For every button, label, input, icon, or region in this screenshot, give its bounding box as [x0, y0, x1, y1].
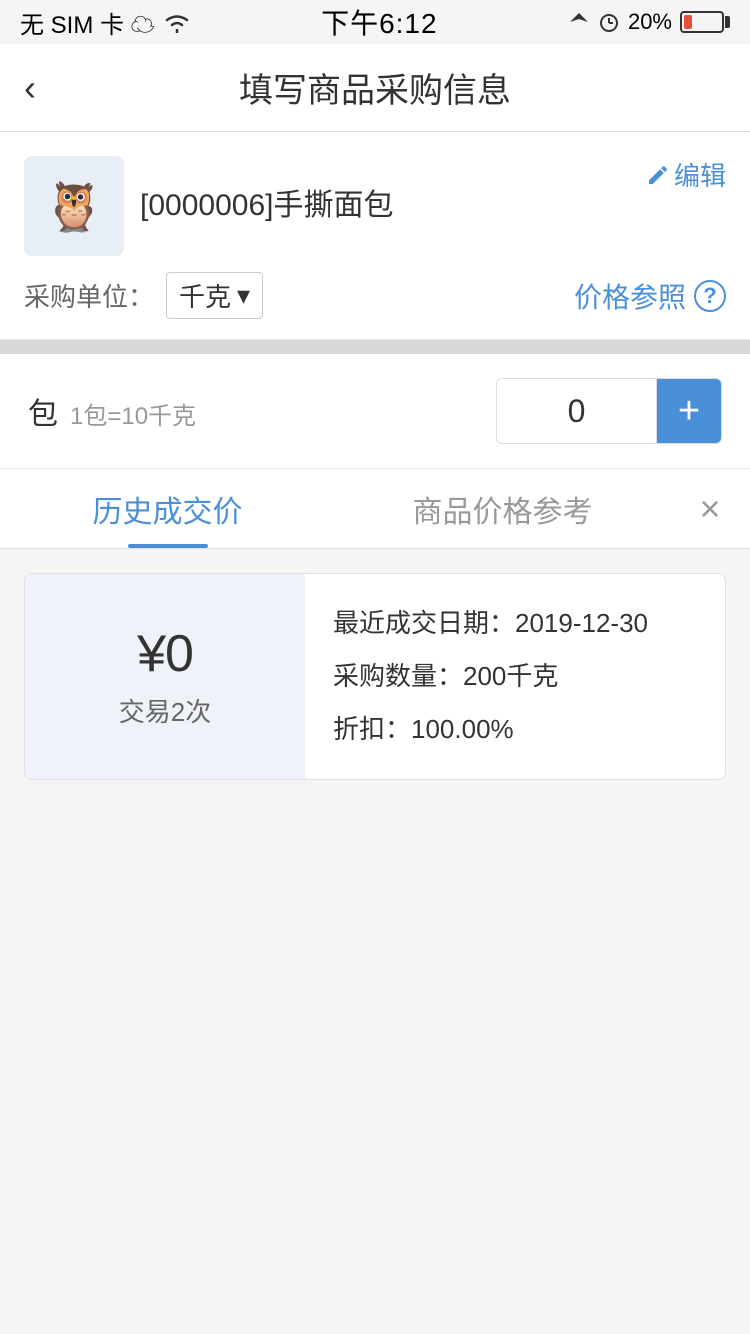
status-right: 20%	[568, 9, 730, 35]
card-info-section: 最近成交日期：2019-12-30 采购数量：200千克 折扣：100.00%	[305, 574, 725, 779]
quantity-control: +	[496, 378, 722, 444]
tab-product-label: 商品价格参考	[413, 487, 593, 531]
unit-value: 千克	[179, 277, 231, 314]
price-reference-button[interactable]: 价格参照 ?	[574, 276, 726, 316]
location-icon	[568, 11, 590, 33]
product-thumbnail: 🦉	[24, 156, 124, 256]
tab-bar: 历史成交价 商品价格参考 ×	[0, 469, 750, 549]
discount-label: 折扣：	[333, 714, 411, 744]
page-title: 填写商品采购信息	[239, 63, 511, 112]
card-discount-line: 折扣：100.00%	[333, 710, 697, 749]
discount-value: 100.00%	[411, 714, 514, 744]
tab-product-price[interactable]: 商品价格参考	[335, 469, 670, 548]
quantity-row: 包 1包=10千克 +	[0, 354, 750, 469]
unit-selector[interactable]: 千克 ▾	[166, 272, 263, 319]
wifi-icon	[163, 11, 191, 33]
unit-label: 采购单位：	[24, 277, 154, 314]
battery-percent: 20%	[628, 9, 672, 35]
quantity-hint: 1包=10千克	[70, 396, 196, 431]
qty-value: 200千克	[463, 661, 558, 691]
status-left: 无 SIM 卡 ☁	[20, 5, 191, 40]
dropdown-arrow-icon: ▾	[237, 280, 250, 311]
quantity-unit: 包	[28, 389, 58, 433]
card-price-value: ¥0	[137, 624, 193, 684]
qty-label: 采购数量：	[333, 661, 463, 691]
tab-active-indicator	[128, 544, 208, 548]
nav-bar: ‹ 填写商品采购信息	[0, 44, 750, 132]
alarm-icon	[598, 11, 620, 33]
date-label: 最近成交日期：	[333, 608, 515, 638]
section-divider	[0, 340, 750, 354]
history-container: ¥0 交易2次 最近成交日期：2019-12-30 采购数量：200千克 折扣：…	[0, 549, 750, 804]
date-value: 2019-12-30	[515, 608, 648, 638]
quantity-plus-button[interactable]: +	[657, 379, 721, 443]
card-date-line: 最近成交日期：2019-12-30	[333, 604, 697, 643]
edit-button[interactable]: 编辑	[646, 156, 726, 193]
tab-history-price[interactable]: 历史成交价	[0, 469, 335, 548]
history-card: ¥0 交易2次 最近成交日期：2019-12-30 采购数量：200千克 折扣：…	[24, 573, 726, 780]
edit-label: 编辑	[674, 156, 726, 193]
product-thumb-icon: 🦉	[44, 178, 104, 235]
edit-icon	[646, 163, 670, 187]
product-bottom-row: 采购单位： 千克 ▾ 价格参照 ?	[24, 272, 726, 319]
network-status: 无 SIM 卡 ☁	[20, 5, 155, 40]
card-trades-count: 交易2次	[119, 692, 211, 729]
back-button[interactable]: ‹	[24, 67, 36, 109]
tab-history-label: 历史成交价	[93, 487, 243, 531]
product-card: 🦉 [0000006]手撕面包 编辑 采购单位： 千克 ▾ 价格参照 ?	[0, 132, 750, 340]
status-bar: 无 SIM 卡 ☁ 下午6:12 20%	[0, 0, 750, 44]
product-left: 🦉 [0000006]手撕面包	[24, 156, 646, 256]
help-icon: ?	[694, 280, 726, 312]
product-top-row: 🦉 [0000006]手撕面包 编辑	[24, 156, 726, 256]
card-price-section: ¥0 交易2次	[25, 574, 305, 779]
quantity-input[interactable]	[497, 379, 657, 443]
battery-icon	[680, 11, 730, 33]
card-qty-line: 采购数量：200千克	[333, 657, 697, 696]
product-name: [0000006]手撕面包	[140, 185, 393, 227]
tab-close-button[interactable]: ×	[670, 488, 750, 530]
status-time: 下午6:12	[321, 2, 438, 42]
unit-row: 采购单位： 千克 ▾	[24, 272, 263, 319]
quantity-left: 包 1包=10千克	[28, 389, 196, 433]
price-ref-label: 价格参照	[574, 276, 686, 316]
